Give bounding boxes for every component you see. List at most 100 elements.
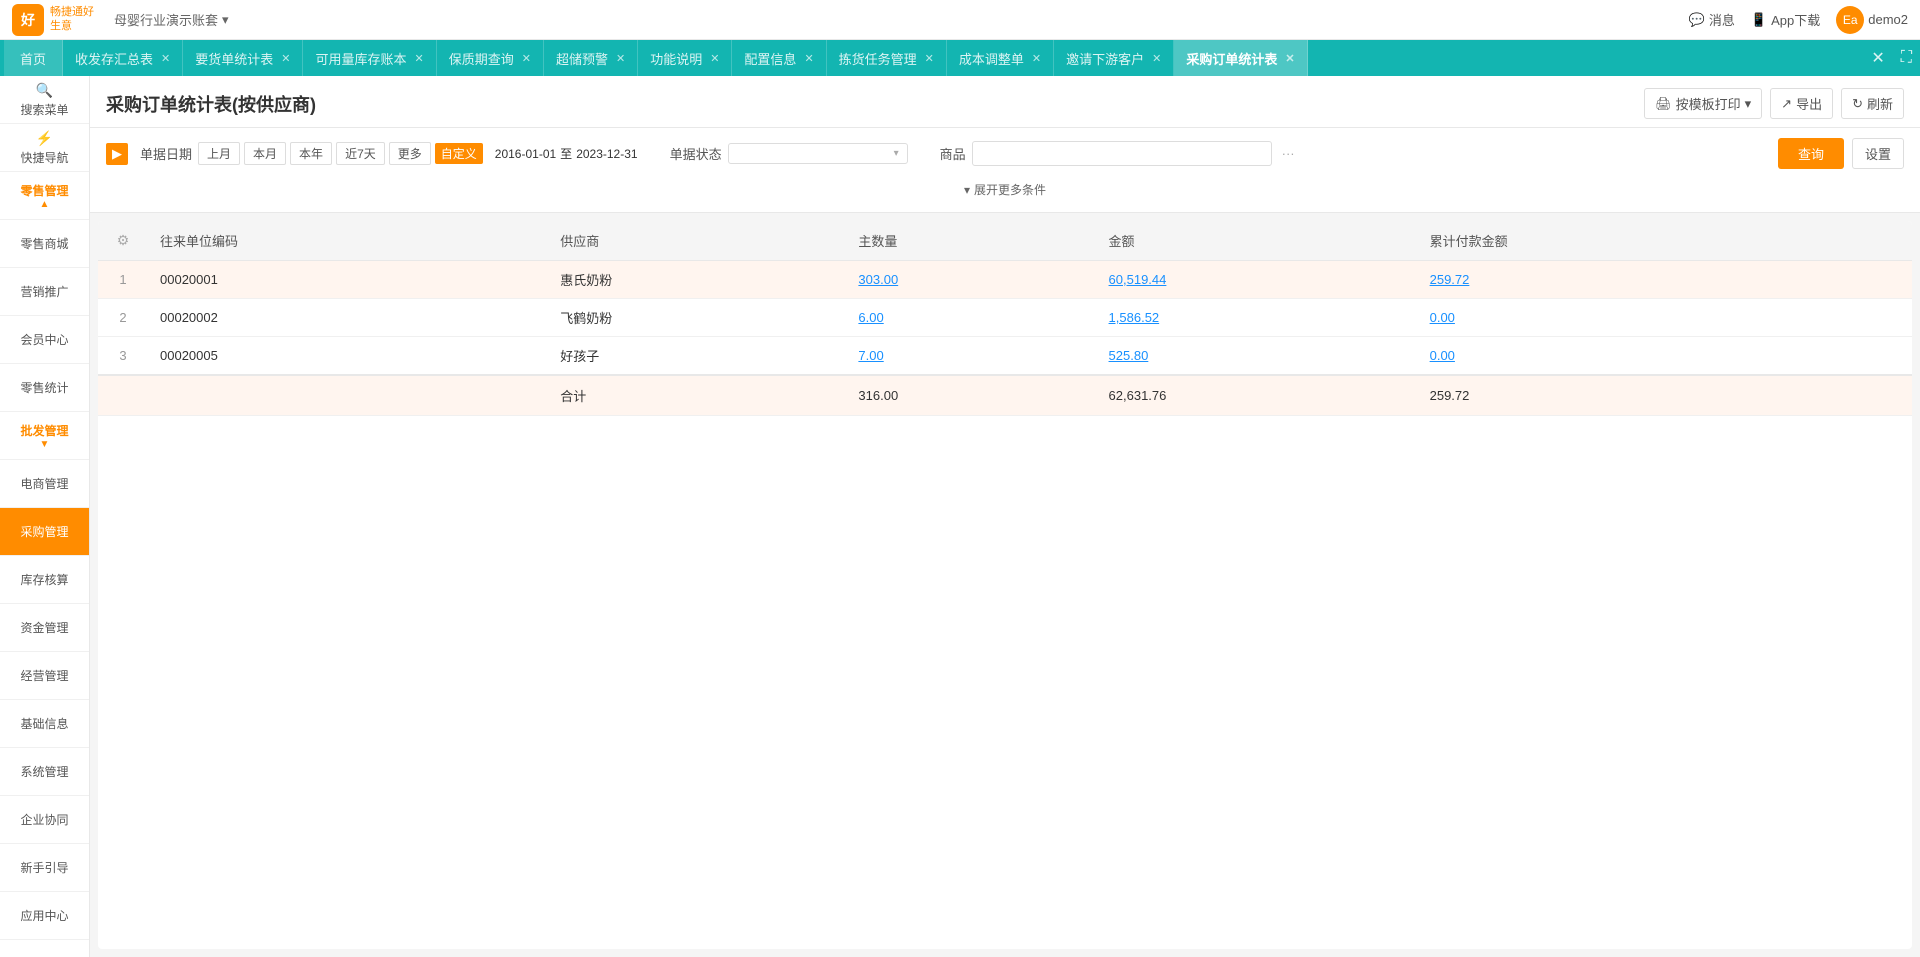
settings-icon[interactable]: ⚙ [117, 232, 130, 248]
sidebar-item-wholesale[interactable]: 批发管理 ▼ [0, 412, 89, 460]
row-no: 1 [98, 261, 148, 299]
tab-purchase-summary[interactable]: 采购订单统计表 ✕ [1174, 40, 1307, 76]
status-select[interactable]: ▾ [728, 143, 908, 164]
row-paid: 259.72 [1418, 261, 1818, 299]
row-supplier: 飞鹤奶粉 [548, 299, 846, 337]
sidebar-item-purchase[interactable]: 采购管理 [0, 508, 89, 556]
date-custom-label[interactable]: 自定义 [435, 143, 483, 164]
col-settings: ⚙ [98, 221, 148, 261]
print-icon: 🖨 [1655, 96, 1672, 112]
sidebar-item-label: 经营管理 [20, 667, 68, 684]
chevron-up-icon: ▲ [40, 199, 50, 210]
expand-more-btn[interactable]: ▾ 展开更多条件 [960, 177, 1050, 202]
tab-expiry-query-close[interactable]: ✕ [522, 52, 531, 65]
tab-inventory-book-close[interactable]: ✕ [415, 52, 424, 65]
tab-invite-downstream[interactable]: 邀请下游客户 ✕ [1054, 40, 1174, 76]
sidebar-item-system[interactable]: 系统管理 [0, 748, 89, 796]
print-button[interactable]: 🖨 按模板打印 ▾ [1644, 88, 1762, 119]
sidebar-item-label: 会员中心 [20, 331, 68, 348]
footer-label: 合计 [548, 375, 846, 416]
nav-fullscreen-button[interactable]: ⛶ [1897, 49, 1916, 67]
sidebar-item-marketing[interactable]: 营销推广 [0, 268, 89, 316]
ellipsis-icon[interactable]: ··· [1282, 146, 1295, 161]
tab-purchase-summary-close[interactable]: ✕ [1285, 52, 1294, 65]
tab-expiry-query[interactable]: 保质期查询 ✕ [437, 40, 544, 76]
sidebar-item-retail[interactable]: 零售管理 ▲ [0, 172, 89, 220]
tab-overstock[interactable]: 超储预警 ✕ [544, 40, 638, 76]
row-no: 3 [98, 337, 148, 376]
filter-row-1: ▶ 单据日期 上月 本月 本年 近7天 更多 自定义 2016-01-01 [106, 138, 1904, 169]
sidebar-item-enterprise-coop[interactable]: 企业协同 [0, 796, 89, 844]
footer-paid: 259.72 [1418, 375, 1818, 416]
tab-home[interactable]: 首页 [4, 40, 63, 76]
nav-tabs-end: ✕ ⛶ [1867, 48, 1916, 68]
tab-order-summary-close[interactable]: ✕ [281, 52, 290, 65]
setting-button[interactable]: 设置 [1852, 138, 1904, 169]
date-btn-last-month[interactable]: 上月 [198, 142, 240, 165]
date-btn-this-month[interactable]: 本月 [244, 142, 286, 165]
date-btn-this-year[interactable]: 本年 [290, 142, 332, 165]
chevron-down-icon: ▾ [894, 148, 899, 159]
sidebar-item-ecommerce[interactable]: 电商管理 [0, 460, 89, 508]
tab-receive-summary-close[interactable]: ✕ [161, 52, 170, 65]
tab-order-summary[interactable]: 要货单统计表 ✕ [183, 40, 303, 76]
row-qty: 7.00 [846, 337, 1096, 376]
tab-config-info[interactable]: 配置信息 ✕ [732, 40, 826, 76]
app-download-button[interactable]: 📱 App下载 [1751, 10, 1820, 29]
sidebar-item-label: 应用中心 [20, 907, 68, 924]
sidebar-item-app-center[interactable]: 应用中心 [0, 892, 89, 940]
tab-cost-adjust[interactable]: 成本调整单 ✕ [947, 40, 1054, 76]
tab-function-desc-close[interactable]: ✕ [710, 52, 719, 65]
goods-input[interactable] [972, 141, 1272, 166]
sidebar-item-search[interactable]: 🔍 搜索菜单 [0, 76, 89, 124]
top-bar: 好 畅捷通好生意 母婴行业演示账套 ▾ 💬 消息 📱 App下载 Ea demo… [0, 0, 1920, 40]
filter-toggle-btn[interactable]: ▶ [106, 143, 128, 165]
sidebar-item-retail-stat[interactable]: 零售统计 [0, 364, 89, 412]
sidebar-item-inventory[interactable]: 库存核算 [0, 556, 89, 604]
col-qty: 主数量 [846, 221, 1096, 261]
row-qty: 6.00 [846, 299, 1096, 337]
message-button[interactable]: 💬 消息 [1689, 10, 1735, 29]
footer-qty: 316.00 [846, 375, 1096, 416]
col-amount: 金额 [1097, 221, 1418, 261]
tab-receive-summary[interactable]: 收发存汇总表 ✕ [63, 40, 183, 76]
tab-inventory-book[interactable]: 可用量库存账本 ✕ [303, 40, 436, 76]
sidebar-item-retail-mall[interactable]: 零售商城 [0, 220, 89, 268]
sidebar-item-quick-nav[interactable]: ⚡ 快捷导航 [0, 124, 89, 172]
col-paid: 累计付款金额 [1418, 221, 1818, 261]
tab-function-desc[interactable]: 功能说明 ✕ [638, 40, 732, 76]
sidebar-item-member[interactable]: 会员中心 [0, 316, 89, 364]
date-btn-more[interactable]: 更多 [389, 142, 431, 165]
tab-pick-task[interactable]: 拣货任务管理 ✕ [827, 40, 947, 76]
sidebar-item-new-guide[interactable]: 新手引导 [0, 844, 89, 892]
tab-invite-downstream-close[interactable]: ✕ [1152, 52, 1161, 65]
user-menu[interactable]: Ea demo2 [1836, 6, 1908, 34]
refresh-button[interactable]: ↻ 刷新 [1841, 88, 1904, 119]
sidebar-item-label: 零售商城 [20, 235, 68, 252]
sidebar-item-operation[interactable]: 经营管理 [0, 652, 89, 700]
message-icon: 💬 [1689, 12, 1705, 28]
chevron-down-icon: ▾ [1745, 96, 1752, 112]
row-supplier: 好孩子 [548, 337, 846, 376]
sidebar-item-label: 电商管理 [20, 475, 68, 492]
breadcrumb-text[interactable]: 母婴行业演示账套 ▾ [114, 10, 229, 29]
footer-amount: 62,631.76 [1097, 375, 1418, 416]
query-button[interactable]: 查询 [1778, 138, 1844, 169]
sidebar-item-enterprise-wx[interactable]: 企业微信 [0, 940, 89, 957]
export-button[interactable]: ↗ 导出 [1770, 88, 1833, 119]
nav-close-button[interactable]: ✕ [1867, 48, 1888, 68]
sidebar-item-label: 批发管理 [20, 422, 68, 439]
chevron-down-icon: ▼ [40, 439, 50, 450]
row-supplier: 惠氏奶粉 [548, 261, 846, 299]
sidebar-item-basic-info[interactable]: 基础信息 [0, 700, 89, 748]
tab-cost-adjust-close[interactable]: ✕ [1032, 52, 1041, 65]
sidebar-item-finance[interactable]: 资金管理 [0, 604, 89, 652]
row-amount: 1,586.52 [1097, 299, 1418, 337]
tab-pick-task-close[interactable]: ✕ [925, 52, 934, 65]
date-btn-7days[interactable]: 近7天 [336, 142, 385, 165]
tab-overstock-close[interactable]: ✕ [616, 52, 625, 65]
sidebar-item-label: 企业协同 [20, 811, 68, 828]
nav-tabs: 首页 收发存汇总表 ✕ 要货单统计表 ✕ 可用量库存账本 ✕ 保质期查询 ✕ 超… [0, 40, 1920, 76]
tab-config-info-close[interactable]: ✕ [804, 52, 813, 65]
sidebar-item-label: 系统管理 [20, 763, 68, 780]
